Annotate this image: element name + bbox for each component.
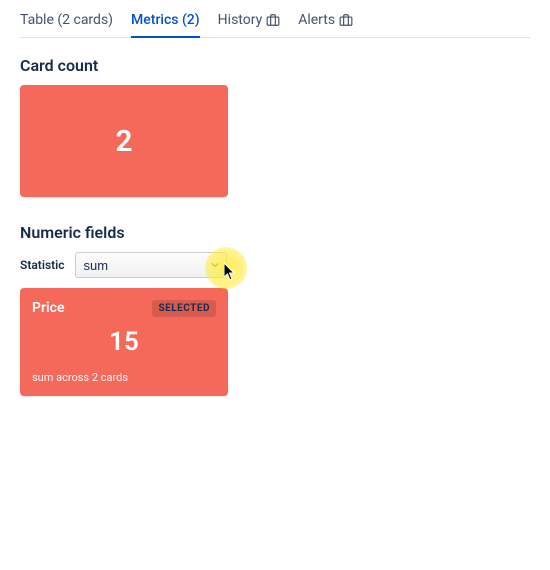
selected-badge: SELECTED xyxy=(152,300,216,317)
statistic-select[interactable]: sum xyxy=(75,252,227,278)
tab-bar: Table (2 cards) Metrics (2) History Aler… xyxy=(20,10,530,38)
tab-alerts[interactable]: Alerts xyxy=(298,10,353,38)
price-card-value: 15 xyxy=(32,317,216,371)
card-count-tile[interactable]: 2 xyxy=(20,85,228,197)
price-card-footer: sum across 2 cards xyxy=(32,371,216,384)
numeric-fields-title: Numeric fields xyxy=(20,223,530,242)
price-card[interactable]: Price SELECTED 15 sum across 2 cards xyxy=(20,288,228,396)
price-card-header: Price SELECTED xyxy=(32,300,216,317)
statistic-row: Statistic sum xyxy=(20,252,530,278)
tab-metrics[interactable]: Metrics (2) xyxy=(131,10,200,38)
section-card-count: Card count 2 xyxy=(20,56,530,197)
briefcase-icon xyxy=(339,13,353,27)
card-count-title: Card count xyxy=(20,56,530,75)
tab-history-label: History xyxy=(218,12,263,28)
tab-table[interactable]: Table (2 cards) xyxy=(20,10,113,38)
tab-alerts-label: Alerts xyxy=(298,12,335,28)
statistic-label: Statistic xyxy=(20,258,65,272)
tab-table-label: Table (2 cards) xyxy=(20,12,113,28)
briefcase-icon xyxy=(266,13,280,27)
card-count-value: 2 xyxy=(115,124,132,159)
price-card-name: Price xyxy=(32,300,65,316)
statistic-select-wrap: sum xyxy=(75,252,227,278)
section-numeric-fields: Numeric fields Statistic sum Price SELEC… xyxy=(20,223,530,396)
tab-metrics-label: Metrics (2) xyxy=(131,12,200,28)
tab-history[interactable]: History xyxy=(218,10,281,38)
